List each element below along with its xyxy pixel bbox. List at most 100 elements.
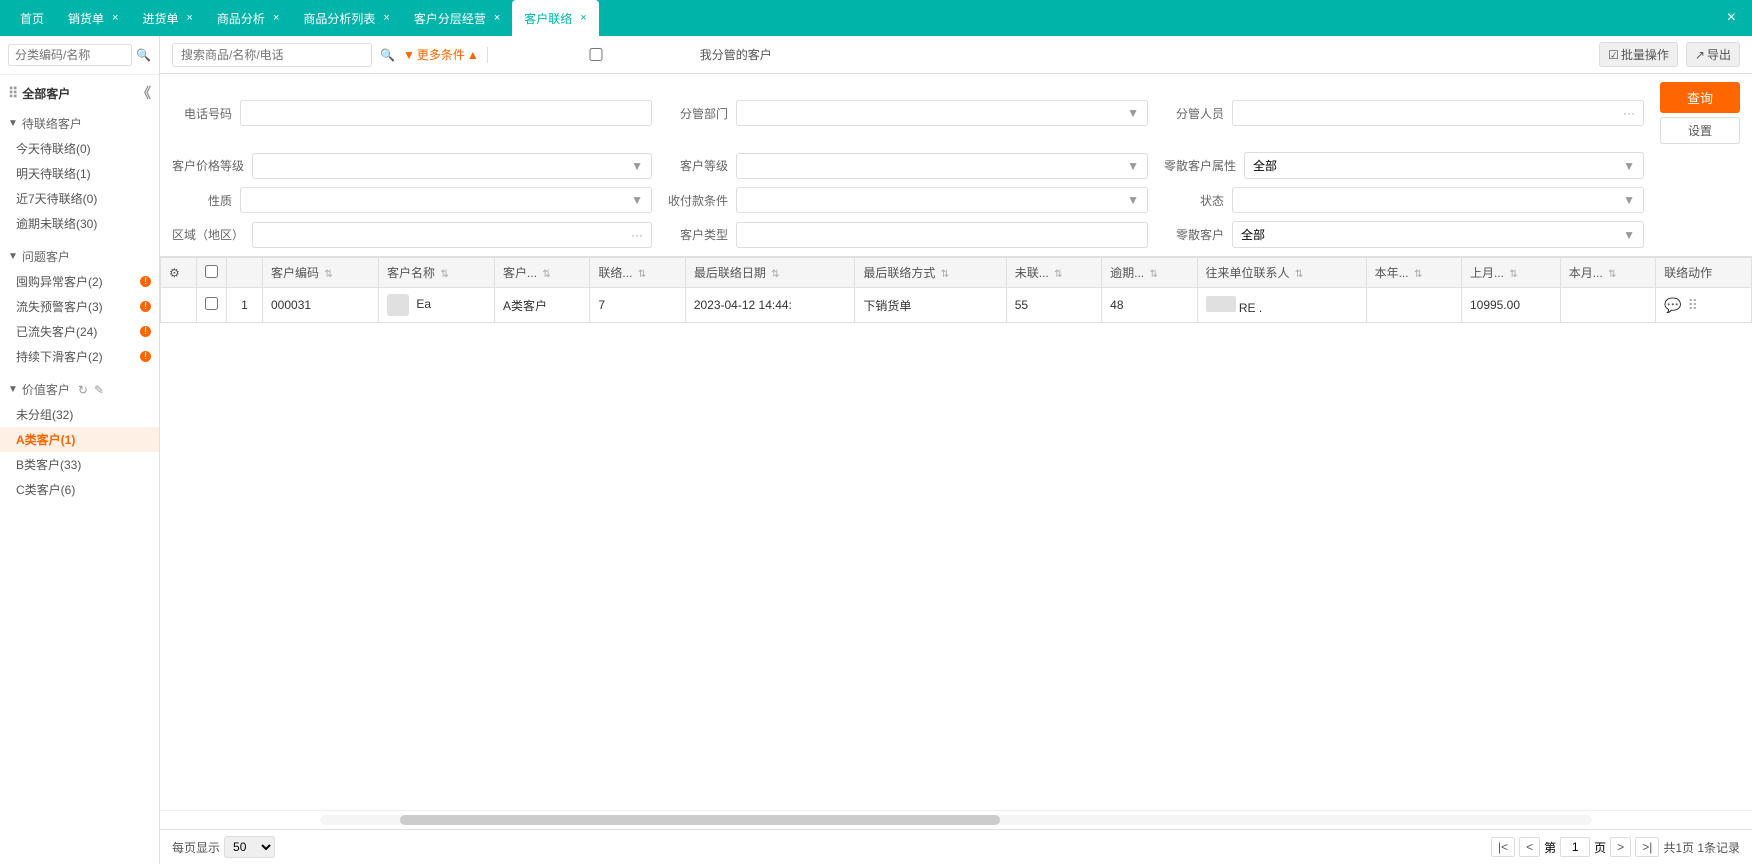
- nav-home[interactable]: 首页: [8, 0, 56, 36]
- edit-icon[interactable]: ✎: [94, 383, 104, 397]
- sidebar-class-b[interactable]: B类客户(33): [0, 452, 159, 477]
- sidebar-hoarding-abnormal[interactable]: 囤购异常客户(2) !: [0, 269, 159, 294]
- search-input[interactable]: [172, 43, 372, 67]
- filter-row-4: 区域（地区） ··· 客户类型 零散客户 全部 ▼: [172, 221, 1740, 248]
- last-month-sort-icon[interactable]: ⇅: [1509, 269, 1517, 280]
- sidebar-search-icon[interactable]: 🔍: [136, 48, 151, 62]
- query-button[interactable]: 查询: [1660, 82, 1740, 113]
- no-contact-sort-icon[interactable]: ⇅: [1054, 269, 1062, 280]
- first-page-btn[interactable]: |<: [1491, 837, 1515, 857]
- sidebar-declining[interactable]: 持续下滑客户(2) !: [0, 344, 159, 369]
- my-customers-checkbox-label[interactable]: 我分管的客户: [496, 46, 772, 63]
- dept-dropdown[interactable]: ▼: [736, 100, 1148, 126]
- nav-purchase-order[interactable]: 进货单 ×: [130, 0, 204, 36]
- this-month-sort-icon[interactable]: ⇅: [1608, 269, 1616, 280]
- price-grade-dropdown[interactable]: ▼: [252, 153, 652, 179]
- more-action-icon[interactable]: ⠿: [1688, 297, 1698, 314]
- sidebar: 🔍 ⠿ 全部客户 《 ▼ 待联络客户 今天待联络(0) 明天待联络(1) 近7天…: [0, 36, 160, 864]
- problem-customers-title[interactable]: ▼ 问题客户: [0, 244, 159, 269]
- today-pending-label: 今天待联络(0): [16, 140, 91, 157]
- declining-badge: !: [140, 351, 151, 362]
- value-arrow-icon: ▼: [8, 384, 18, 395]
- more-conditions-btn[interactable]: ▼ 更多条件 ▲: [403, 46, 479, 63]
- unit-contact-sort-icon[interactable]: ⇅: [1295, 269, 1303, 280]
- region-dropdown[interactable]: ···: [252, 222, 652, 248]
- no-contact-days-col-header: 未联... ⇅: [1006, 258, 1101, 288]
- contact-sort-icon[interactable]: ⇅: [638, 269, 646, 280]
- nav-customer-contact[interactable]: 客户联络 ×: [512, 0, 598, 36]
- sidebar-all-customers-header: ⠿ 全部客户 《: [0, 75, 159, 107]
- num-col-header: [227, 258, 263, 288]
- settings-button[interactable]: 设置: [1660, 117, 1740, 144]
- churned-label: 已流失客户(24): [16, 323, 97, 340]
- close-purchase-order[interactable]: ×: [186, 12, 192, 24]
- type-sort-icon[interactable]: ⇅: [542, 269, 550, 280]
- sidebar-class-c[interactable]: C类客户(6): [0, 477, 159, 502]
- nature-dropdown[interactable]: ▼: [240, 187, 652, 213]
- code-sort-icon[interactable]: ⇅: [324, 269, 332, 280]
- export-btn[interactable]: ↗ 导出: [1686, 42, 1740, 67]
- region-label: 区域（地区）: [172, 226, 244, 243]
- sidebar-search-input[interactable]: [8, 44, 132, 66]
- manager-dropdown[interactable]: ···: [1232, 100, 1644, 126]
- row-last-date-cell: 2023-04-12 14:44:: [685, 288, 855, 323]
- nav-product-analysis-list[interactable]: 商品分析列表 ×: [291, 0, 401, 36]
- churn-warning-badge: !: [140, 301, 151, 312]
- sidebar-unclassified[interactable]: 未分组(32): [0, 402, 159, 427]
- my-customers-checkbox[interactable]: [496, 48, 696, 61]
- retail-customer-dropdown[interactable]: 全部 ▼: [1232, 221, 1644, 248]
- search-button[interactable]: 🔍: [380, 48, 395, 62]
- sidebar-week-pending[interactable]: 近7天待联络(0): [0, 186, 159, 211]
- close-product-analysis-list[interactable]: ×: [383, 12, 389, 24]
- page-input[interactable]: [1560, 837, 1590, 857]
- close-all-tabs[interactable]: ×: [1719, 9, 1744, 27]
- nav-sales-order[interactable]: 销货单 ×: [56, 0, 130, 36]
- close-customer-contact[interactable]: ×: [580, 12, 586, 24]
- nav-customer-segmentation[interactable]: 客户分层经营 ×: [402, 0, 512, 36]
- sidebar-class-a[interactable]: A类客户(1): [0, 427, 159, 452]
- payment-dropdown[interactable]: ▼: [736, 187, 1148, 213]
- customer-grade-dropdown[interactable]: ▼: [736, 153, 1148, 179]
- refresh-icon[interactable]: ↻: [78, 383, 88, 397]
- row-type: A类客户: [503, 299, 547, 313]
- batch-operations-btn[interactable]: ☑ 批量操作: [1599, 42, 1678, 67]
- value-customers-title[interactable]: ▼ 价值客户 ↻ ✎: [0, 377, 159, 402]
- last-date-sort-icon[interactable]: ⇅: [771, 269, 779, 280]
- sidebar-churn-warning[interactable]: 流失预警客户(3) !: [0, 294, 159, 319]
- sidebar-tomorrow-pending[interactable]: 明天待联络(1): [0, 161, 159, 186]
- sidebar-collapse-btn[interactable]: 《: [137, 83, 151, 103]
- last-method-sort-icon[interactable]: ⇅: [941, 269, 949, 280]
- filter-row-1: 电话号码 分管部门 ▼ 分管人员 ··· 查询 设置: [172, 82, 1740, 144]
- close-customer-segmentation[interactable]: ×: [494, 12, 500, 24]
- table-settings-gear-icon[interactable]: ⚙: [169, 266, 180, 280]
- divider: [487, 47, 488, 63]
- overdue-sort-icon[interactable]: ⇅: [1150, 269, 1158, 280]
- dept-label: 分管部门: [668, 105, 728, 122]
- annual-sort-icon[interactable]: ⇅: [1414, 269, 1422, 280]
- close-sales-order[interactable]: ×: [112, 12, 118, 24]
- pending-contact-title[interactable]: ▼ 待联络客户: [0, 111, 159, 136]
- sidebar-today-pending[interactable]: 今天待联络(0): [0, 136, 159, 161]
- sidebar-churned[interactable]: 已流失客户(24) !: [0, 319, 159, 344]
- row-last-method[interactable]: 下销货单: [863, 299, 911, 313]
- horizontal-scrollbar-thumb[interactable]: [400, 815, 1000, 825]
- status-dropdown[interactable]: ▼: [1232, 187, 1644, 213]
- sidebar-overdue-contact[interactable]: 逾期未联络(30): [0, 211, 159, 236]
- last-page-btn[interactable]: >|: [1635, 837, 1659, 857]
- customer-type-input[interactable]: [736, 222, 1148, 248]
- prev-page-btn[interactable]: <: [1519, 837, 1540, 857]
- chat-action-icon[interactable]: 💬: [1664, 297, 1681, 314]
- row-last-month-cell: 10995.00: [1461, 288, 1560, 323]
- per-page-select[interactable]: 50 100 200: [224, 836, 275, 858]
- phone-input[interactable]: [240, 100, 652, 126]
- close-product-analysis[interactable]: ×: [273, 12, 279, 24]
- filter-row-2: 客户价格等级 ▼ 客户等级 ▼ 零散客户属性 全部 ▼: [172, 152, 1740, 179]
- next-page-btn[interactable]: >: [1610, 837, 1631, 857]
- select-all-checkbox[interactable]: [205, 265, 218, 278]
- nav-product-analysis[interactable]: 商品分析 ×: [205, 0, 291, 36]
- row-checkbox[interactable]: [205, 297, 218, 310]
- row-unit-contact-cell: RE .: [1197, 288, 1366, 323]
- type-col-header: 客户... ⇅: [495, 258, 590, 288]
- name-sort-icon[interactable]: ⇅: [440, 269, 448, 280]
- retail-attr-dropdown[interactable]: 全部 ▼: [1244, 152, 1644, 179]
